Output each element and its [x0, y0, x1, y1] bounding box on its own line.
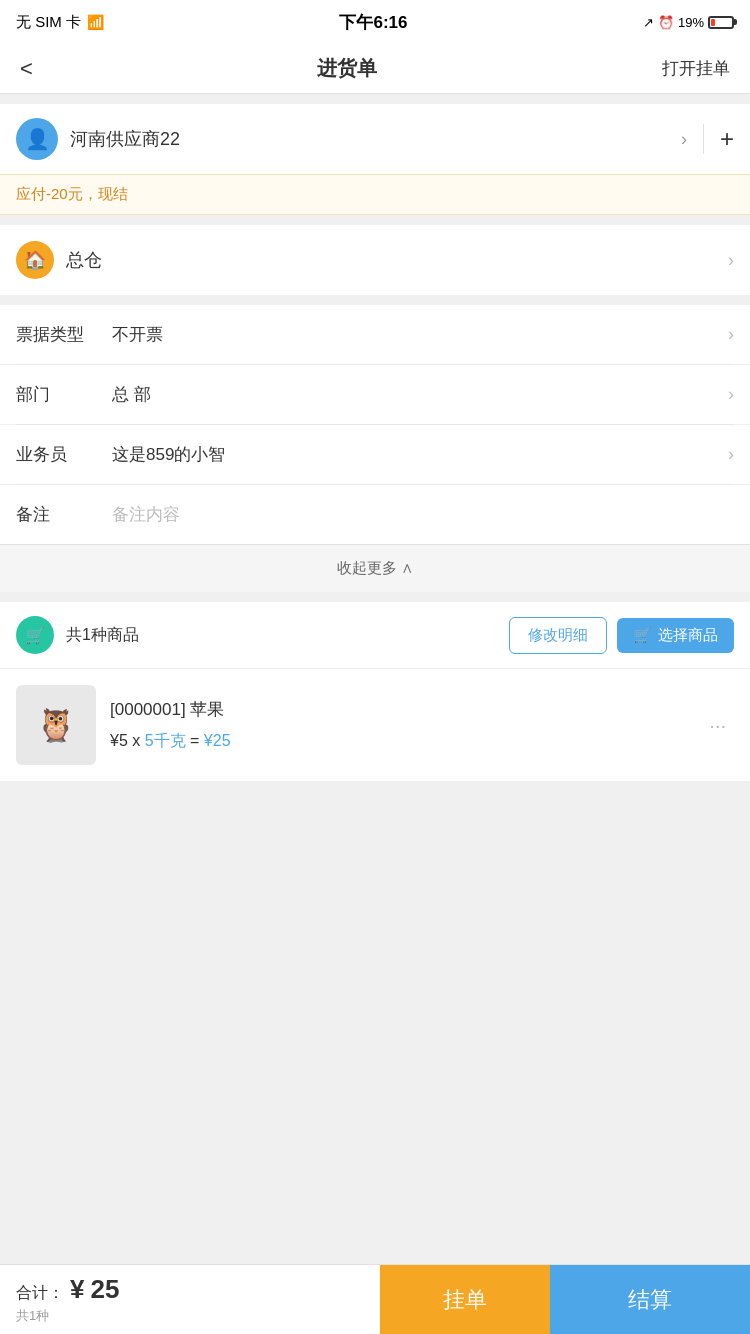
collapse-more-button[interactable]: 收起更多 ∧ [0, 544, 750, 592]
product-quantity: 5千克 [145, 732, 186, 749]
total-label: 合计： [16, 1283, 64, 1304]
user-icon: 👤 [25, 127, 50, 151]
price-unit: ¥5 [110, 732, 128, 749]
balance-notice: 应付-20元，现结 [0, 174, 750, 215]
product-owl-icon: 🦉 [36, 706, 76, 744]
add-supplier-button[interactable]: + [720, 125, 734, 153]
equals-symbol: = [190, 732, 204, 749]
multiply-symbol: x [132, 732, 144, 749]
supplier-chevron-icon: › [681, 129, 687, 150]
status-right: ↗ ⏰ 19% [643, 15, 734, 30]
bottom-spacer [0, 781, 750, 861]
invoice-type-chevron-icon: › [728, 324, 734, 345]
status-left: 无 SIM 卡 📶 [16, 13, 104, 32]
location-icon: ↗ [643, 15, 654, 30]
warehouse-row[interactable]: 🏠 总仓 › [0, 225, 750, 295]
section-gap-3 [0, 295, 750, 305]
section-gap-2 [0, 215, 750, 225]
salesperson-chevron-icon: › [728, 444, 734, 465]
product-item: 🦉 [0000001] 苹果 ¥5 x 5千克 = ¥25 ··· [0, 668, 750, 781]
supplier-name: 河南供应商22 [70, 127, 681, 151]
hang-button[interactable]: 挂单 [380, 1265, 550, 1335]
carrier-text: 无 SIM 卡 [16, 13, 81, 32]
product-code: [0000001] [110, 700, 186, 719]
bottom-bar: 合计： ¥ 25 共1种 挂单 结算 [0, 1264, 750, 1334]
checkout-button[interactable]: 结算 [550, 1265, 750, 1335]
wifi-icon: 📶 [87, 14, 104, 30]
department-label: 部门 [16, 383, 96, 406]
product-more-button[interactable]: ··· [701, 706, 734, 745]
products-header: 🛒 共1种商品 修改明细 🛒 选择商品 [0, 602, 750, 668]
products-icon: 🛒 [16, 616, 54, 654]
nav-bar: < 进货单 打开挂单 [0, 44, 750, 94]
salesperson-row[interactable]: 业务员 这是859的小智 › [0, 425, 750, 484]
invoice-type-row[interactable]: 票据类型 不开票 › [0, 305, 750, 364]
invoice-type-label: 票据类型 [16, 323, 96, 346]
supplier-row[interactable]: 👤 河南供应商22 › + [0, 104, 750, 174]
remark-row[interactable]: 备注 备注内容 [0, 485, 750, 544]
select-product-label: 选择商品 [658, 626, 718, 645]
salesperson-label: 业务员 [16, 443, 96, 466]
total-count: 共1种 [16, 1307, 364, 1325]
edit-detail-button[interactable]: 修改明细 [509, 617, 607, 654]
section-gap-1 [0, 94, 750, 104]
product-total: ¥25 [204, 732, 231, 749]
department-row[interactable]: 部门 总 部 › [0, 365, 750, 424]
battery-percent: 19% [678, 15, 704, 30]
status-bar: 无 SIM 卡 📶 下午6:16 ↗ ⏰ 19% [0, 0, 750, 44]
supplier-avatar: 👤 [16, 118, 58, 160]
remark-label: 备注 [16, 503, 96, 526]
product-title: 苹果 [190, 700, 224, 719]
balance-text: 应付-20元，现结 [16, 185, 128, 202]
total-section: 合计： ¥ 25 共1种 [0, 1274, 380, 1325]
product-price: ¥5 x 5千克 = ¥25 [110, 731, 701, 752]
product-thumbnail: 🦉 [16, 685, 96, 765]
warehouse-icon: 🏠 [16, 241, 54, 279]
select-product-button[interactable]: 🛒 选择商品 [617, 618, 734, 653]
status-time: 下午6:16 [339, 11, 407, 34]
department-chevron-icon: › [728, 384, 734, 405]
bag-icon: 🛒 [25, 626, 45, 645]
supplier-divider [703, 124, 704, 154]
products-count: 共1种商品 [66, 625, 509, 646]
back-button[interactable]: < [20, 56, 33, 82]
total-line: 合计： ¥ 25 [16, 1274, 364, 1305]
warehouse-name: 总仓 [66, 248, 728, 272]
total-symbol: ¥ [70, 1274, 84, 1305]
home-icon: 🏠 [24, 249, 46, 271]
total-amount: 25 [90, 1274, 119, 1305]
battery-icon [708, 16, 734, 29]
product-name: [0000001] 苹果 [110, 698, 701, 721]
product-info: [0000001] 苹果 ¥5 x 5千克 = ¥25 [110, 698, 701, 752]
salesperson-value: 这是859的小智 [112, 443, 728, 466]
page-title: 进货单 [317, 55, 377, 82]
department-value: 总 部 [112, 383, 728, 406]
alarm-icon: ⏰ [658, 15, 674, 30]
invoice-type-value: 不开票 [112, 323, 728, 346]
remark-value[interactable]: 备注内容 [112, 503, 734, 526]
warehouse-chevron-icon: › [728, 250, 734, 271]
battery-fill [711, 19, 715, 26]
cart-icon: 🛒 [633, 626, 652, 644]
open-hang-button[interactable]: 打开挂单 [662, 57, 730, 80]
